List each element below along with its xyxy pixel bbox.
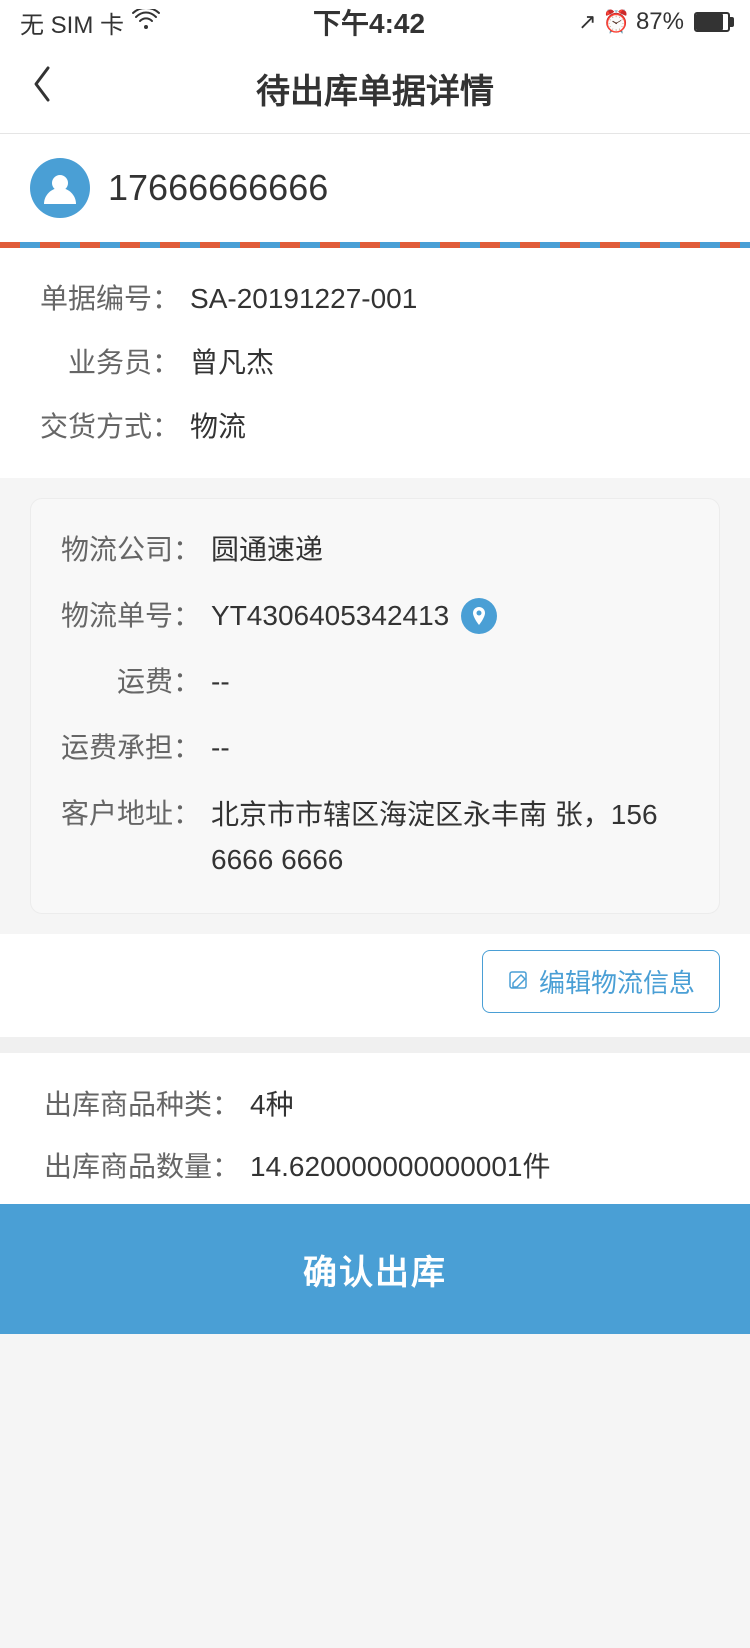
sales-person-value: 曾凡杰 (190, 342, 710, 384)
logistics-card: 物流公司： 圆通速递 物流单号： YT43064053424​13 运费： --… (30, 498, 720, 914)
back-button[interactable] (30, 64, 54, 113)
products-section: 出库商品种类： 4种 出库商品数量： 14.620000000000001件 (0, 1053, 750, 1215)
delivery-method-label: 交货方式： (40, 406, 180, 448)
tracking-number-label: 物流单号： (61, 595, 201, 637)
logistics-company-label: 物流公司： (61, 529, 201, 571)
track-location-button[interactable] (461, 598, 497, 634)
delivery-method-row: 交货方式： 物流 (40, 406, 710, 448)
freight-row: 运费： -- (61, 661, 689, 703)
status-bar: 无 SIM 卡 下午4:42 ↗ ⏰ 87% (0, 0, 750, 44)
freight-bearer-label: 运费承担： (61, 727, 201, 769)
logistics-company-value: 圆通速递 (211, 529, 689, 571)
battery-text: 87% (636, 8, 684, 36)
address-value: 北京市市辖区海淀区永丰南 张，156 6666 6666 (211, 793, 689, 883)
edit-icon (507, 969, 531, 993)
time-text: 下午4:42 (313, 2, 425, 42)
sales-person-label: 业务员： (40, 342, 180, 384)
address-label: 客户地址： (61, 793, 201, 835)
freight-label: 运费： (61, 661, 201, 703)
product-type-label: 出库商品种类： (40, 1083, 240, 1123)
product-type-row: 出库商品种类： 4种 (40, 1083, 710, 1123)
alarm-icon: ⏰ (603, 9, 630, 35)
location-icon: ↗ (578, 9, 596, 35)
tracking-number-value: YT43064053424​13 (211, 595, 689, 637)
phone-number: 17666666666 (108, 167, 328, 209)
product-type-value: 4种 (250, 1083, 294, 1123)
freight-bearer-value: -- (211, 727, 689, 769)
status-right: ↗ ⏰ 87% (578, 8, 730, 36)
order-number-label: 单据编号： (40, 278, 180, 320)
product-quantity-value: 14.620000000000001件 (250, 1145, 551, 1185)
wifi-icon (132, 8, 160, 36)
logistics-company-row: 物流公司： 圆通速递 (61, 529, 689, 571)
order-number-value: SA-20191227-001 (190, 278, 710, 320)
order-info-section: 单据编号： SA-20191227-001 业务员： 曾凡杰 交货方式： 物流 (0, 248, 750, 478)
edit-logistics-container: 编辑物流信息 (0, 934, 750, 1037)
freight-bearer-row: 运费承担： -- (61, 727, 689, 769)
tracking-number-row: 物流单号： YT43064053424​13 (61, 595, 689, 637)
freight-value: -- (211, 661, 689, 703)
carrier-text: 无 SIM 卡 (20, 5, 124, 40)
battery-icon (694, 12, 730, 32)
content-spacer (0, 1318, 750, 1518)
sales-person-row: 业务员： 曾凡杰 (40, 342, 710, 384)
avatar (30, 158, 90, 218)
address-row: 客户地址： 北京市市辖区海淀区永丰南 张，156 6666 6666 (61, 793, 689, 883)
delivery-method-value: 物流 (190, 406, 710, 448)
customer-phone-row: 17666666666 (0, 134, 750, 242)
status-left: 无 SIM 卡 (20, 5, 160, 40)
edit-logistics-label: 编辑物流信息 (539, 963, 695, 1000)
product-quantity-row: 出库商品数量： 14.620000000000001件 (40, 1145, 710, 1185)
confirm-outbound-button[interactable]: 确认出库 (0, 1224, 750, 1314)
order-number-row: 单据编号： SA-20191227-001 (40, 278, 710, 320)
page-title: 待出库单据详情 (256, 64, 494, 113)
edit-logistics-button[interactable]: 编辑物流信息 (482, 950, 720, 1013)
nav-bar: 待出库单据详情 (0, 44, 750, 134)
product-quantity-label: 出库商品数量： (40, 1145, 240, 1185)
section-divider (0, 1037, 750, 1053)
confirm-btn-container: 确认出库 (0, 1204, 750, 1334)
